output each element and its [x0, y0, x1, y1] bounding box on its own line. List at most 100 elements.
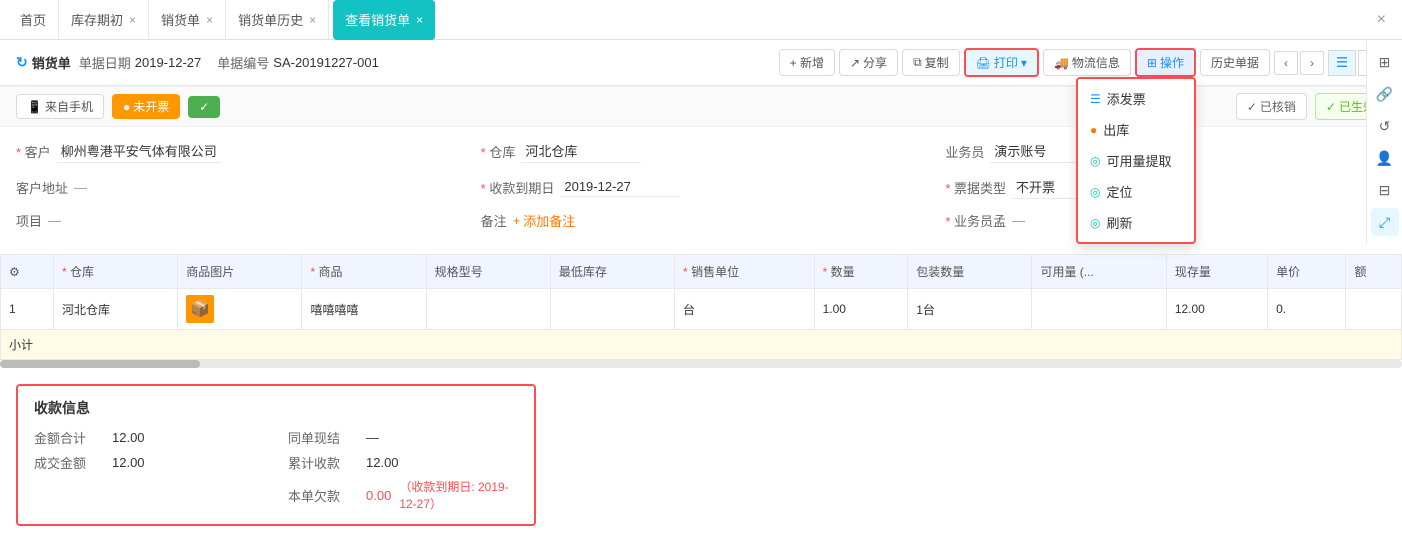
project-label: 项目 — [16, 211, 42, 230]
tab-sales[interactable]: 销货单 × — [149, 0, 226, 40]
table-row: 1 河北仓库 📦 嘻嘻嘻嘻 台 1.00 1台 12.00 0. — [1, 289, 1402, 330]
row-warehouse: 河北仓库 — [54, 289, 178, 330]
next-btn[interactable]: › — [1300, 51, 1324, 75]
due-date-hint: （收款到期日: 2019-12-27） — [399, 478, 518, 512]
dropdown-add-invoice[interactable]: ☰ 添发票 — [1078, 83, 1194, 114]
payment-date-field: 收款到期日 2019-12-27 — [481, 177, 922, 197]
tab-view-sales-close[interactable]: × — [416, 13, 423, 27]
salesperson-value: — — [1012, 213, 1025, 228]
ticket-type-label: 票据类型 — [945, 178, 1006, 197]
available-qty-icon: ◎ — [1090, 154, 1100, 168]
tab-sales-history[interactable]: 销货单历史 × — [226, 0, 329, 40]
row-amount — [1346, 289, 1402, 330]
doc-number-label: 单据编号 — [217, 53, 269, 72]
tab-home[interactable]: 首页 — [8, 0, 59, 40]
list-view-btn[interactable]: ☰ — [1328, 50, 1356, 76]
print-dropdown-icon: ▾ — [1021, 56, 1027, 70]
customer-label: 客户 — [16, 142, 51, 161]
gear-icon: ⚙ — [9, 265, 20, 279]
canceled-check-icon: ✓ — [1247, 100, 1257, 114]
payment-grid: 金额合计 12.00 同单现结 — 成交金额 12.00 累计收款 12.00 … — [34, 428, 518, 512]
logistics-btn[interactable]: 🚚 物流信息 — [1043, 49, 1131, 76]
subtotal-label: 小计 — [1, 330, 1402, 360]
share-btn[interactable]: ↗ 分享 — [839, 49, 898, 76]
col-pack-qty: 包装数量 — [908, 255, 1032, 289]
customer-value[interactable]: 柳州粤港平安气体有限公司 — [57, 139, 221, 163]
right-sidebar: ⊞ 🔗 ↺ 👤 ⊟ ⤢ — [1366, 40, 1402, 244]
tab-sales-close[interactable]: × — [206, 13, 213, 27]
operation-dropdown-menu: ☰ 添发票 ● 出库 ◎ 可用量提取 ◎ 定位 — [1076, 77, 1196, 244]
main-content: ↻ 销货单 单据日期 2019-12-27 单据编号 SA-20191227-0… — [0, 40, 1402, 533]
dropdown-locate[interactable]: ◎ 定位 — [1078, 176, 1194, 207]
sidebar-grid-btn[interactable]: ⊟ — [1371, 176, 1399, 204]
total-amount-label: 金额合计 — [34, 428, 104, 447]
table-scrollbar-thumb[interactable] — [0, 360, 200, 368]
sidebar-refresh-btn[interactable]: ↺ — [1371, 112, 1399, 140]
check-btn[interactable]: ✓ — [188, 96, 220, 118]
employee-label: 业务员 — [945, 142, 984, 161]
mobile-icon: 📱 — [27, 100, 42, 114]
row-product-img: 📦 — [178, 289, 302, 330]
effective-check-icon: ✓ — [1326, 100, 1336, 114]
col-product-img: 商品图片 — [178, 255, 302, 289]
dropdown-refresh[interactable]: ◎ 刷新 — [1078, 207, 1194, 238]
doc-title: ↻ 销货单 — [16, 53, 71, 72]
address-field: 客户地址 — — [16, 178, 457, 197]
col-current-stock: 现存量 — [1166, 255, 1267, 289]
col-gear[interactable]: ⚙ — [1, 255, 54, 289]
window-close-btn[interactable]: × — [1369, 11, 1394, 29]
same-settle-label: 同单现结 — [288, 428, 358, 447]
col-spec: 规格型号 — [426, 255, 550, 289]
row-unit: 台 — [675, 289, 815, 330]
sidebar-link-btn[interactable]: 🔗 — [1371, 80, 1399, 108]
print-icon: 🖨 — [976, 56, 991, 70]
payment-date-value[interactable]: 2019-12-27 — [560, 177, 680, 197]
project-value: — — [48, 213, 61, 228]
canceled-status-btn[interactable]: ✓ 已核销 — [1236, 93, 1307, 120]
mobile-btn[interactable]: 📱 来自手机 — [16, 94, 104, 119]
operation-btn[interactable]: ⊞ 操作 — [1135, 48, 1196, 77]
transaction-value: 12.00 — [112, 455, 145, 470]
outbound-icon: ● — [1090, 123, 1097, 137]
sidebar-fullscreen-btn[interactable]: ⤢ — [1371, 208, 1399, 236]
tab-inventory-close[interactable]: × — [129, 13, 136, 27]
table-scrollbar-track[interactable] — [0, 360, 1402, 368]
sidebar-expand-btn[interactable]: ⊞ — [1371, 48, 1399, 76]
col-available: 可用量 (... — [1032, 255, 1166, 289]
tab-sales-history-close[interactable]: × — [309, 13, 316, 27]
tab-inventory[interactable]: 库存期初 × — [59, 0, 149, 40]
dropdown-available-qty[interactable]: ◎ 可用量提取 — [1078, 145, 1194, 176]
col-amount: 额 — [1346, 255, 1402, 289]
cumulative-label: 累计收款 — [288, 453, 358, 472]
table-area: ⚙ 仓库 商品图片 商品 规格型号 最低库存 销售单位 数量 包装数量 可用量 … — [0, 254, 1402, 372]
payment-title: 收款信息 — [34, 398, 518, 418]
operation-dropdown-container: ⊞ 操作 ☰ 添发票 ● 出库 ◎ 可用量提取 — [1135, 48, 1196, 77]
items-table: ⚙ 仓库 商品图片 商品 规格型号 最低库存 销售单位 数量 包装数量 可用量 … — [0, 254, 1402, 360]
tab-view-sales[interactable]: 查看销货单 × — [333, 0, 436, 40]
col-min-stock: 最低库存 — [550, 255, 674, 289]
doc-meta: 单据日期 2019-12-27 单据编号 SA-20191227-001 — [79, 53, 771, 72]
locate-icon: ◎ — [1090, 185, 1100, 199]
copy-icon: ⧉ — [913, 55, 922, 70]
refresh-icon: ◎ — [1090, 216, 1100, 230]
history-btn[interactable]: 历史单据 — [1200, 49, 1270, 76]
row-quantity: 1.00 — [814, 289, 908, 330]
unopened-btn[interactable]: ● 未开票 — [112, 94, 180, 119]
new-btn[interactable]: + 新增 — [779, 49, 835, 76]
print-btn[interactable]: 🖨 打印 ▾ — [964, 48, 1039, 77]
cumulative-value: 12.00 — [366, 455, 399, 470]
warehouse-value[interactable]: 河北仓库 — [521, 139, 641, 163]
cumulative-item: 累计收款 12.00 — [288, 453, 518, 472]
prev-btn[interactable]: ‹ — [1274, 51, 1298, 75]
warehouse-label: 仓库 — [481, 142, 516, 161]
sidebar-user-btn[interactable]: 👤 — [1371, 144, 1399, 172]
check-icon: ✓ — [199, 100, 209, 114]
share-icon: ↗ — [850, 56, 860, 70]
note-field: 备注 添加备注 — [481, 211, 922, 230]
col-warehouse: 仓库 — [54, 255, 178, 289]
add-note-btn[interactable]: 添加备注 — [513, 211, 576, 230]
col-product: 商品 — [302, 255, 426, 289]
col-quantity: 数量 — [814, 255, 908, 289]
copy-btn[interactable]: ⧉ 复制 — [902, 49, 960, 76]
dropdown-outbound[interactable]: ● 出库 — [1078, 114, 1194, 145]
